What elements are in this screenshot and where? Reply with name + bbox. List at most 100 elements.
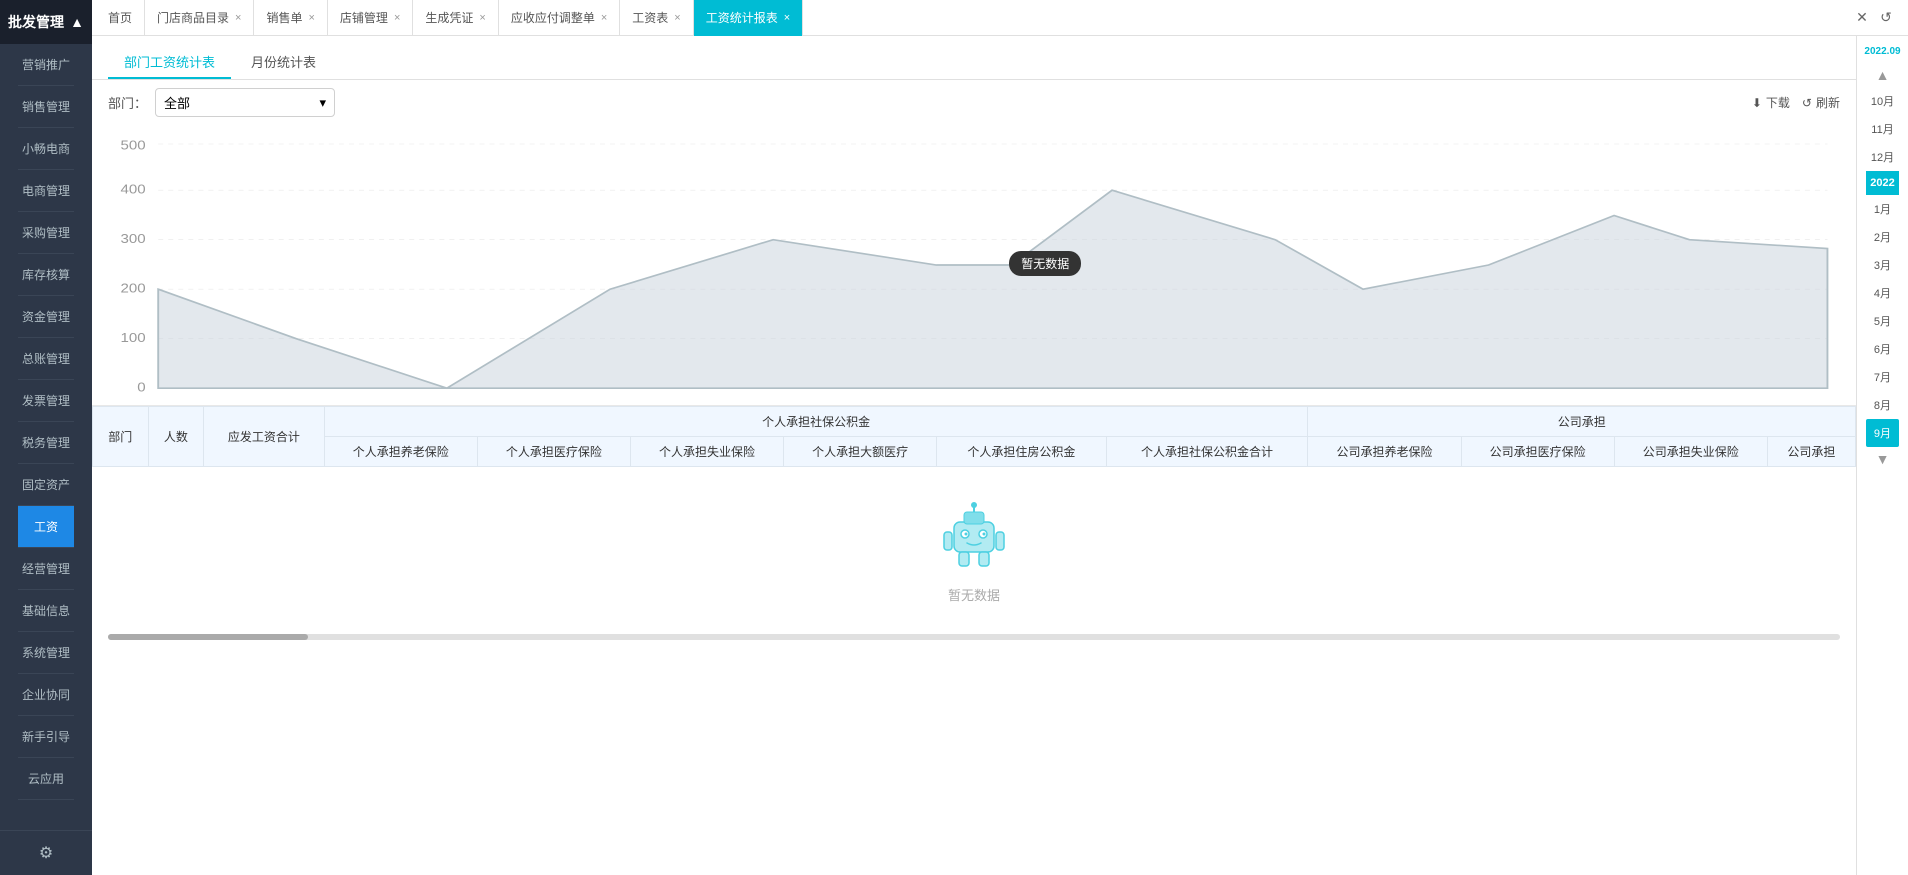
department-label: 部门：: [108, 93, 147, 112]
sidebar-item-采购管理[interactable]: 采购管理: [18, 212, 74, 254]
tab-label: 首页: [108, 9, 132, 26]
content-area: 部门工资统计表月份统计表 部门： 全部 ▾ ⬇ 下载: [92, 36, 1908, 875]
date-item-2月[interactable]: 2月: [1866, 223, 1898, 251]
tab-工资表[interactable]: 工资表 ×: [620, 0, 693, 36]
tab-close-icon[interactable]: ×: [235, 12, 241, 24]
date-item-9月[interactable]: 9月: [1866, 419, 1898, 447]
sidebar-item-企业协同[interactable]: 企业协同: [18, 674, 74, 716]
svg-text:500: 500: [121, 138, 146, 153]
scrollbar-thumb[interactable]: [108, 634, 308, 640]
tab-close-icon[interactable]: ×: [308, 12, 314, 24]
sidebar-item-系统管理[interactable]: 系统管理: [18, 632, 74, 674]
sidebar-item-税务管理[interactable]: 税务管理: [18, 422, 74, 464]
tab-销售单[interactable]: 销售单×: [254, 0, 327, 36]
date-item-12月[interactable]: 12月: [1866, 143, 1898, 171]
col-company-other: 公司承担: [1767, 437, 1855, 467]
download-label: 下载: [1766, 94, 1790, 111]
col-company-medical: 公司承担医疗保险: [1461, 437, 1614, 467]
tab-应收应付调整单[interactable]: 应收应付调整单 ×: [499, 0, 620, 36]
sidebar-collapse-icon: ▲: [70, 14, 84, 30]
tab-bar-end: ✕ ↺: [1852, 8, 1904, 28]
main-area: 首页门店商品目录×销售单×店铺管理×生成凭证×应收应付调整单×工资表×工资统计报…: [92, 0, 1908, 875]
sub-tab-月份统计表[interactable]: 月份统计表: [235, 46, 332, 79]
sidebar-item-营销推广[interactable]: 营销推广: [18, 44, 74, 86]
sidebar-item-固定资产[interactable]: 固定资产: [18, 464, 74, 506]
col-personal-unemployment: 个人承担失业保险: [630, 437, 783, 467]
tab-close-icon[interactable]: ×: [601, 12, 607, 24]
date-item-2022[interactable]: 2022: [1866, 171, 1898, 195]
col-count: 人数: [148, 407, 204, 467]
sidebar-header[interactable]: 批发管理 ▲: [0, 0, 92, 44]
refresh-label: 刷新: [1816, 94, 1840, 111]
date-item-7月[interactable]: 7月: [1866, 363, 1898, 391]
col-company-pension: 公司承担养老保险: [1308, 437, 1461, 467]
col-personal-large-medical: 个人承担大额医疗: [784, 437, 937, 467]
date-item-1月[interactable]: 1月: [1866, 195, 1898, 223]
sidebar-item-电商管理[interactable]: 电商管理: [18, 170, 74, 212]
tab-首页[interactable]: 首页: [96, 0, 145, 36]
empty-text: 暂无数据: [948, 585, 1000, 604]
stats-table: 部门 人数 应发工资合计 个人承担社保公积金 公司承担 个人承担养老保险 个人承…: [92, 406, 1856, 634]
sidebar-item-销售管理[interactable]: 销售管理: [18, 86, 74, 128]
date-item-8月[interactable]: 8月: [1866, 391, 1898, 419]
sidebar-item-经营管理[interactable]: 经营管理: [18, 548, 74, 590]
sidebar-item-总账管理[interactable]: 总账管理: [18, 338, 74, 380]
department-select[interactable]: 全部 ▾: [155, 88, 335, 117]
toolbar-left: 部门： 全部 ▾: [108, 88, 335, 117]
date-item-5月[interactable]: 5月: [1866, 307, 1898, 335]
sub-tab-部门工资统计表[interactable]: 部门工资统计表: [108, 46, 231, 79]
svg-text:300: 300: [121, 232, 146, 247]
date-item-6月[interactable]: 6月: [1866, 335, 1898, 363]
tab-店铺管理[interactable]: 店铺管理 ×: [328, 0, 413, 36]
refresh-button[interactable]: ↺ 刷新: [1802, 94, 1840, 111]
col-personal-total: 个人承担社保公积金合计: [1106, 437, 1308, 467]
col-company-unemployment: 公司承担失业保险: [1614, 437, 1767, 467]
col-personal-medical: 个人承担医疗保险: [477, 437, 630, 467]
tab-生成凭证[interactable]: 生成凭证 ×: [413, 0, 498, 36]
date-item-10月[interactable]: 10月: [1866, 87, 1898, 115]
close-all-button[interactable]: ✕: [1852, 8, 1872, 28]
sidebar-item-云应用[interactable]: 云应用: [18, 758, 74, 800]
sidebar-item-工资[interactable]: 工资: [18, 506, 74, 548]
download-icon: ⬇: [1752, 96, 1762, 110]
chart-svg: 0 100 200 300 400 500: [108, 133, 1840, 397]
tab-label: 生成凭证: [425, 9, 473, 26]
tab-close-icon[interactable]: ×: [394, 12, 400, 24]
sidebar-settings[interactable]: ⚙: [0, 830, 92, 875]
tab-label: 店铺管理: [340, 9, 388, 26]
tab-label: 工资表: [632, 9, 668, 26]
toolbar: 部门： 全部 ▾ ⬇ 下载 ↺ 刷新: [92, 80, 1856, 125]
date-item-11月[interactable]: 11月: [1866, 115, 1898, 143]
date-down-nav[interactable]: ▼: [1857, 447, 1908, 471]
svg-text:100: 100: [121, 331, 146, 346]
col-personal-pension: 个人承担养老保险: [324, 437, 477, 467]
date-item-4月[interactable]: 4月: [1866, 279, 1898, 307]
sidebar-item-基础信息[interactable]: 基础信息: [18, 590, 74, 632]
gear-icon: ⚙: [39, 845, 53, 862]
sidebar-item-资金管理[interactable]: 资金管理: [18, 296, 74, 338]
tab-工资统计报表[interactable]: 工资统计报表×: [694, 0, 803, 36]
refresh-tabs-button[interactable]: ↺: [1876, 8, 1896, 28]
sidebar: 批发管理 ▲ 营销推广销售管理小畅电商电商管理采购管理库存核算资金管理总账管理发…: [0, 0, 92, 875]
table-area[interactable]: 部门 人数 应发工资合计 个人承担社保公积金 公司承担 个人承担养老保险 个人承…: [92, 405, 1856, 875]
sidebar-item-库存核算[interactable]: 库存核算: [18, 254, 74, 296]
sidebar-item-小畅电商[interactable]: 小畅电商: [18, 128, 74, 170]
tab-close-icon[interactable]: ×: [479, 12, 485, 24]
svg-text:0: 0: [137, 380, 146, 395]
sidebar-item-发票管理[interactable]: 发票管理: [18, 380, 74, 422]
horizontal-scrollbar[interactable]: [108, 634, 1840, 640]
col-department: 部门: [93, 407, 149, 467]
svg-text:200: 200: [121, 281, 146, 296]
toolbar-right: ⬇ 下载 ↺ 刷新: [1752, 94, 1840, 111]
chevron-down-icon: ▾: [319, 95, 326, 111]
date-item-3月[interactable]: 3月: [1866, 251, 1898, 279]
tab-门店商品目录[interactable]: 门店商品目录×: [145, 0, 254, 36]
refresh-icon: ↺: [1802, 96, 1812, 110]
sidebar-item-新手引导[interactable]: 新手引导: [18, 716, 74, 758]
download-button[interactable]: ⬇ 下载: [1752, 94, 1790, 111]
sub-tab-bar: 部门工资统计表月份统计表: [92, 36, 1856, 80]
date-up-nav[interactable]: ▲: [1857, 63, 1908, 87]
tab-close-icon[interactable]: ×: [784, 12, 790, 24]
tab-label: 应收应付调整单: [511, 9, 595, 26]
tab-close-icon[interactable]: ×: [674, 12, 680, 24]
